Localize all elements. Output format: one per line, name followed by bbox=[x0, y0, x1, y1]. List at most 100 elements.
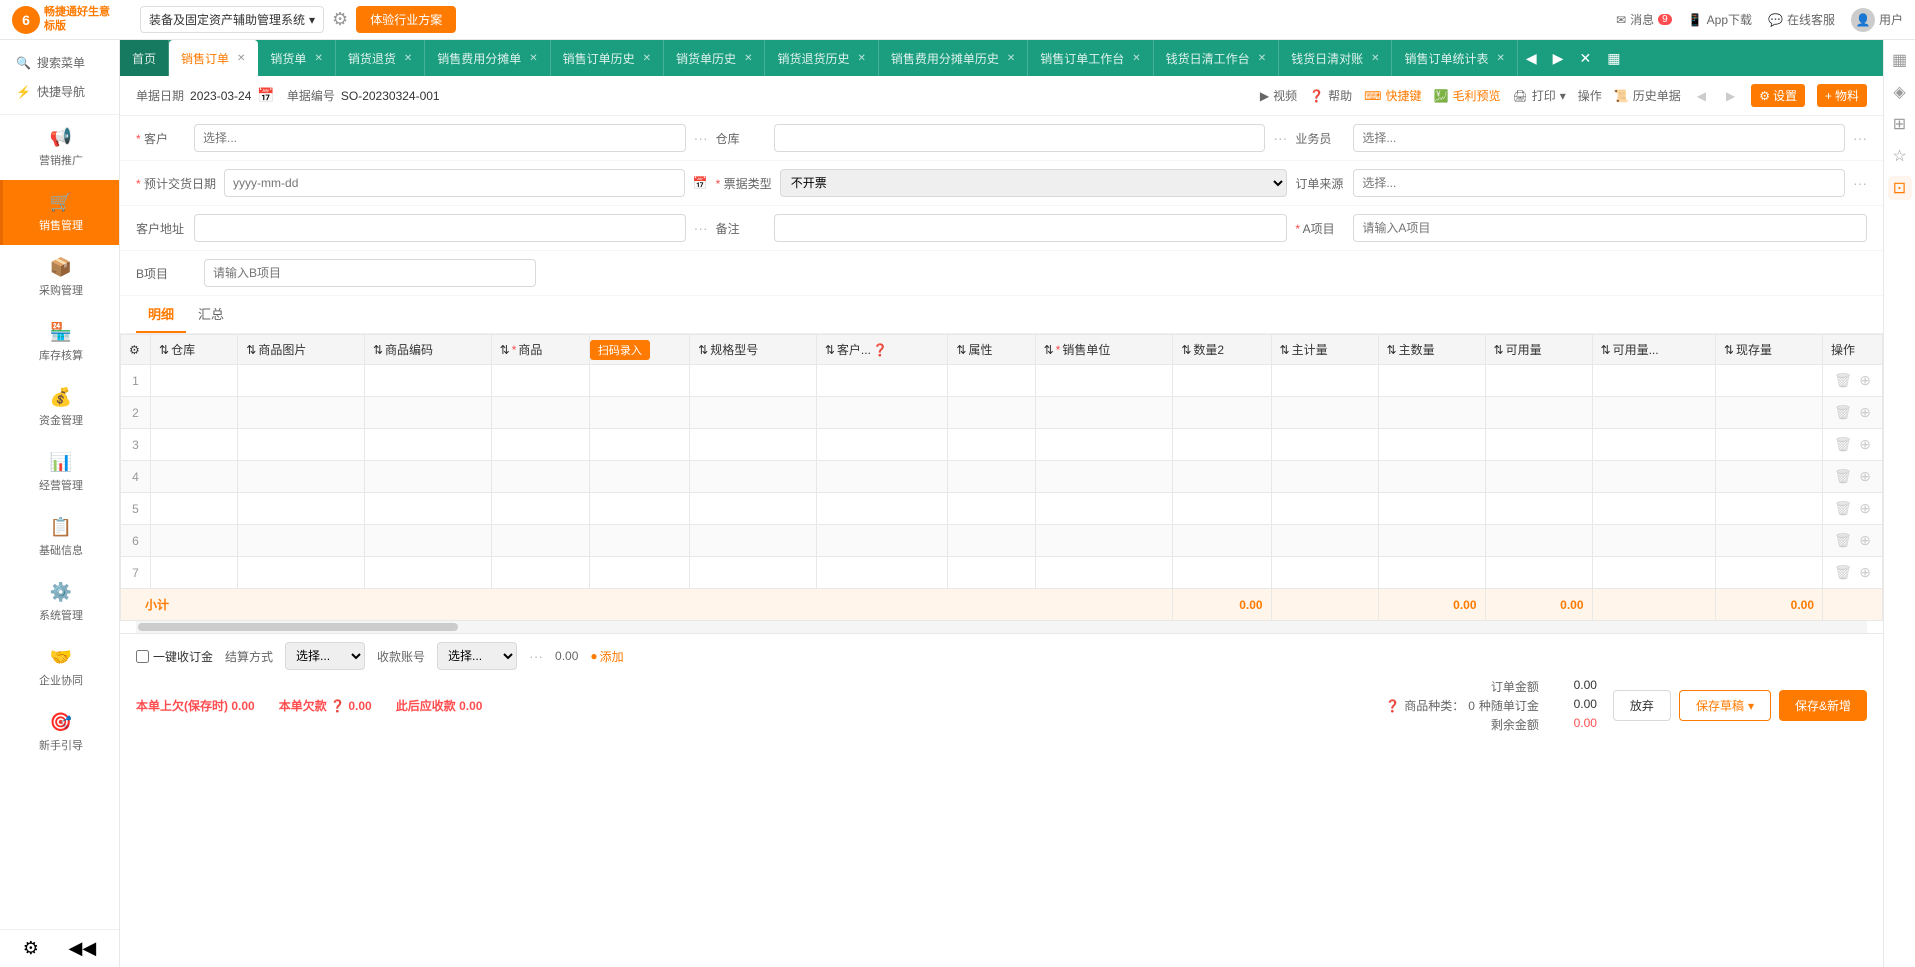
tab-close-icon[interactable]: ✕ bbox=[1371, 53, 1379, 64]
col-qty2[interactable]: ⇅数量2 bbox=[1173, 335, 1271, 365]
customer-address-input[interactable] bbox=[194, 214, 686, 242]
sidebar-item-inventory[interactable]: 🏪 库存核算 bbox=[0, 310, 119, 375]
copy-row-icon[interactable]: ⊕ bbox=[1859, 564, 1871, 580]
settings-icon[interactable]: ⚙ bbox=[332, 9, 348, 30]
delete-row-icon[interactable]: 🗑 bbox=[1834, 404, 1852, 420]
right-tool-1[interactable]: ▦ bbox=[1888, 48, 1912, 72]
col-main-qty[interactable]: ⇅主数量 bbox=[1378, 335, 1485, 365]
warehouse-more-icon[interactable]: ··· bbox=[1273, 130, 1287, 146]
sidebar-item-finance[interactable]: 💰 资金管理 bbox=[0, 375, 119, 440]
sidebar-item-system[interactable]: ⚙️ 系统管理 bbox=[0, 570, 119, 635]
solution-button[interactable]: 体验行业方案 bbox=[356, 6, 456, 33]
save-new-button[interactable]: 保存&新增 bbox=[1779, 690, 1867, 721]
col-available2[interactable]: ⇅可用量... bbox=[1592, 335, 1715, 365]
tab-menu-button[interactable]: ▦ bbox=[1599, 50, 1628, 67]
sidebar-item-newbie[interactable]: 🎯 新手引导 bbox=[0, 700, 119, 765]
staff-input[interactable] bbox=[1353, 124, 1845, 152]
copy-row-icon[interactable]: ⊕ bbox=[1859, 404, 1871, 420]
tab-sales-goods[interactable]: 销货单 ✕ bbox=[258, 40, 335, 76]
quick-nav-button[interactable]: ⚡ 快捷导航 bbox=[8, 77, 111, 106]
user-avatar[interactable]: 👤 用户 bbox=[1851, 8, 1903, 32]
right-tool-3[interactable]: ⊞ bbox=[1888, 112, 1912, 136]
tab-close-all-button[interactable]: ✕ bbox=[1571, 50, 1599, 67]
sidebar-item-purchase[interactable]: 📦 采购管理 bbox=[0, 245, 119, 310]
search-menu-button[interactable]: 🔍 搜索菜单 bbox=[8, 48, 111, 77]
b-project-input[interactable] bbox=[204, 259, 536, 287]
history-button[interactable]: 📜 历史单据 bbox=[1614, 87, 1681, 104]
customer-input[interactable] bbox=[194, 124, 686, 152]
sidebar-item-marketing[interactable]: 📢 营销推广 bbox=[0, 115, 119, 180]
col-customer-code[interactable]: ⇅客户...❓ bbox=[816, 335, 948, 365]
tab-close-icon[interactable]: ✕ bbox=[237, 53, 245, 64]
tab-prev-button[interactable]: ◀ bbox=[1518, 50, 1545, 67]
col-stock[interactable]: ⇅现存量 bbox=[1715, 335, 1822, 365]
copy-row-icon[interactable]: ⊕ bbox=[1859, 532, 1871, 548]
tab-next-button[interactable]: ▶ bbox=[1545, 50, 1572, 67]
order-source-more-icon[interactable]: ··· bbox=[1853, 175, 1867, 191]
col-warehouse[interactable]: ⇅仓库 bbox=[151, 335, 238, 365]
account-select[interactable]: 选择... bbox=[437, 642, 517, 670]
tab-detail[interactable]: 明细 bbox=[136, 296, 186, 333]
tab-cash-workbench[interactable]: 钱货日清工作台 ✕ bbox=[1154, 40, 1279, 76]
tab-sales-return[interactable]: 销货退货 ✕ bbox=[336, 40, 425, 76]
shortcut-button[interactable]: ⌨ 快捷键 bbox=[1364, 87, 1421, 104]
col-settings[interactable]: ⚙ bbox=[121, 335, 151, 365]
tab-expense-history[interactable]: 销售费用分摊单历史 ✕ bbox=[879, 40, 1028, 76]
tab-summary[interactable]: 汇总 bbox=[186, 296, 236, 333]
tab-close-icon[interactable]: ✕ bbox=[1497, 53, 1505, 64]
tab-close-icon[interactable]: ✕ bbox=[1258, 53, 1266, 64]
save-draft-button[interactable]: 保存草稿 ▾ bbox=[1679, 690, 1771, 721]
one-click-checkbox[interactable]: 一键收订金 bbox=[136, 648, 213, 665]
sidebar-item-operations[interactable]: 📊 经营管理 bbox=[0, 440, 119, 505]
invoice-type-select[interactable]: 不开票 bbox=[780, 169, 1288, 197]
staff-more-icon[interactable]: ··· bbox=[1853, 130, 1867, 146]
col-code[interactable]: ⇅商品编码 bbox=[364, 335, 491, 365]
add-payment-button[interactable]: ● 添加 bbox=[590, 648, 623, 665]
discard-button[interactable]: 放弃 bbox=[1613, 690, 1671, 721]
scan-button[interactable]: 扫码录入 bbox=[590, 340, 650, 360]
tab-close-icon[interactable]: ✕ bbox=[744, 53, 752, 64]
tab-sales-order-history[interactable]: 销售订单历史 ✕ bbox=[551, 40, 664, 76]
profit-preview-button[interactable]: 💹 毛利预览 bbox=[1433, 87, 1500, 104]
col-product[interactable]: ⇅*商品 bbox=[491, 335, 589, 365]
copy-row-icon[interactable]: ⊕ bbox=[1859, 436, 1871, 452]
delete-row-icon[interactable]: 🗑 bbox=[1834, 500, 1852, 516]
delete-row-icon[interactable]: 🗑 bbox=[1834, 436, 1852, 452]
tab-return-history[interactable]: 销货退货历史 ✕ bbox=[765, 40, 878, 76]
delete-row-icon[interactable]: 🗑 bbox=[1834, 532, 1852, 548]
delete-row-icon[interactable]: 🗑 bbox=[1834, 564, 1852, 580]
date-icon[interactable]: 📅 bbox=[693, 176, 708, 190]
delete-row-icon[interactable]: 🗑 bbox=[1834, 372, 1852, 388]
tab-close-icon[interactable]: ✕ bbox=[314, 53, 322, 64]
tab-close-icon[interactable]: ✕ bbox=[643, 53, 651, 64]
copy-row-icon[interactable]: ⊕ bbox=[1859, 468, 1871, 484]
sidebar-item-enterprise[interactable]: 🤝 企业协同 bbox=[0, 635, 119, 700]
col-image[interactable]: ⇅商品图片 bbox=[238, 335, 365, 365]
tab-close-icon[interactable]: ✕ bbox=[529, 53, 537, 64]
copy-row-icon[interactable]: ⊕ bbox=[1859, 372, 1871, 388]
settings-button[interactable]: ⚙ 设置 bbox=[1751, 84, 1805, 107]
delete-row-icon[interactable]: 🗑 bbox=[1834, 468, 1852, 484]
col-unit[interactable]: ⇅*销售单位 bbox=[1035, 335, 1173, 365]
address-more-icon[interactable]: ··· bbox=[694, 220, 708, 236]
app-download-button[interactable]: 📱 App下载 bbox=[1688, 11, 1752, 28]
col-available[interactable]: ⇅可用量 bbox=[1485, 335, 1592, 365]
warehouse-input[interactable]: 成品库 bbox=[774, 124, 1266, 152]
online-service-button[interactable]: 💬 在线客服 bbox=[1768, 11, 1835, 28]
payment-method-select[interactable]: 选择... bbox=[285, 642, 365, 670]
a-project-input[interactable] bbox=[1353, 214, 1867, 242]
message-button[interactable]: ✉ 消息 9 bbox=[1616, 11, 1672, 28]
tab-close-icon[interactable]: ✕ bbox=[1132, 53, 1140, 64]
tab-close-icon[interactable]: ✕ bbox=[857, 53, 865, 64]
tab-sales-stat[interactable]: 销售订单统计表 ✕ bbox=[1392, 40, 1517, 76]
add-material-button[interactable]: + 物料 bbox=[1817, 84, 1867, 107]
view-video-button[interactable]: ▶ 视频 bbox=[1260, 87, 1297, 104]
tab-close-icon[interactable]: ✕ bbox=[1007, 53, 1015, 64]
sidebar-collapse-icon[interactable]: ◀◀ bbox=[69, 938, 97, 959]
sidebar-item-sales[interactable]: 🛒 销售管理 bbox=[0, 180, 119, 245]
order-source-input[interactable] bbox=[1353, 169, 1845, 197]
col-spec[interactable]: ⇅规格型号 bbox=[690, 335, 817, 365]
remark-input[interactable] bbox=[774, 214, 1288, 242]
right-tool-4[interactable]: ☆ bbox=[1888, 144, 1912, 168]
scroll-thumb[interactable] bbox=[138, 623, 458, 631]
